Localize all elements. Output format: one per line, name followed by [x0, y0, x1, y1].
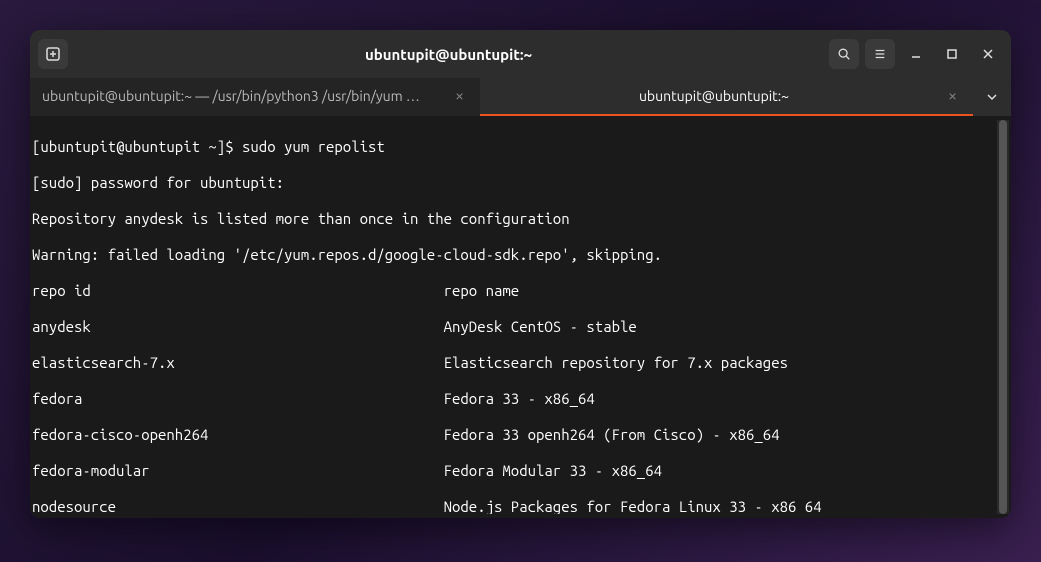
- tab-label: ubuntupit@ubuntupit:~ — /usr/bin/python3…: [42, 88, 443, 104]
- new-tab-icon: [45, 46, 61, 62]
- close-icon: [980, 46, 996, 62]
- tab-label: ubuntupit@ubuntupit:~: [492, 88, 936, 104]
- tab-dropdown-button[interactable]: [973, 78, 1011, 116]
- terminal-line: fedora Fedora 33 - x86_64: [32, 390, 997, 408]
- new-tab-button[interactable]: [38, 39, 68, 69]
- terminal-line: repo id repo name: [32, 282, 997, 300]
- terminal-content[interactable]: [ubuntupit@ubuntupit ~]$ sudo yum repoli…: [32, 120, 997, 514]
- terminal-window: ubuntupit@ubuntupit:~: [30, 30, 1011, 518]
- scrollbar-thumb[interactable]: [999, 120, 1007, 514]
- minimize-icon: [908, 46, 924, 62]
- search-icon: [837, 47, 851, 61]
- titlebar: ubuntupit@ubuntupit:~: [30, 30, 1011, 78]
- close-button[interactable]: [973, 39, 1003, 69]
- window-title: ubuntupit@ubuntupit:~: [68, 46, 829, 63]
- terminal-line: nodesource Node.js Packages for Fedora L…: [32, 498, 997, 514]
- chevron-down-icon: [986, 91, 998, 103]
- tabbar: ubuntupit@ubuntupit:~ — /usr/bin/python3…: [30, 78, 1011, 116]
- hamburger-icon: [873, 47, 887, 61]
- scrollbar[interactable]: [997, 120, 1009, 514]
- terminal-line: Warning: failed loading '/etc/yum.repos.…: [32, 246, 997, 264]
- tab-inactive[interactable]: ubuntupit@ubuntupit:~ — /usr/bin/python3…: [30, 78, 480, 116]
- titlebar-controls: [829, 39, 1003, 69]
- terminal-line: [ubuntupit@ubuntupit ~]$ sudo yum repoli…: [32, 138, 997, 156]
- terminal-line: anydesk AnyDesk CentOS - stable: [32, 318, 997, 336]
- menu-button[interactable]: [865, 39, 895, 69]
- maximize-button[interactable]: [937, 39, 967, 69]
- minimize-button[interactable]: [901, 39, 931, 69]
- terminal-body[interactable]: [ubuntupit@ubuntupit ~]$ sudo yum repoli…: [30, 116, 1011, 518]
- tab-active[interactable]: ubuntupit@ubuntupit:~ ×: [480, 78, 973, 116]
- maximize-icon: [944, 46, 960, 62]
- terminal-line: elasticsearch-7.x Elasticsearch reposito…: [32, 354, 997, 372]
- tab-close-button[interactable]: ×: [451, 87, 468, 105]
- terminal-line: Repository anydesk is listed more than o…: [32, 210, 997, 228]
- tab-close-button[interactable]: ×: [944, 87, 961, 105]
- terminal-line: fedora-cisco-openh264 Fedora 33 openh264…: [32, 426, 997, 444]
- terminal-line: fedora-modular Fedora Modular 33 - x86_6…: [32, 462, 997, 480]
- terminal-line: [sudo] password for ubuntupit:: [32, 174, 997, 192]
- search-button[interactable]: [829, 39, 859, 69]
